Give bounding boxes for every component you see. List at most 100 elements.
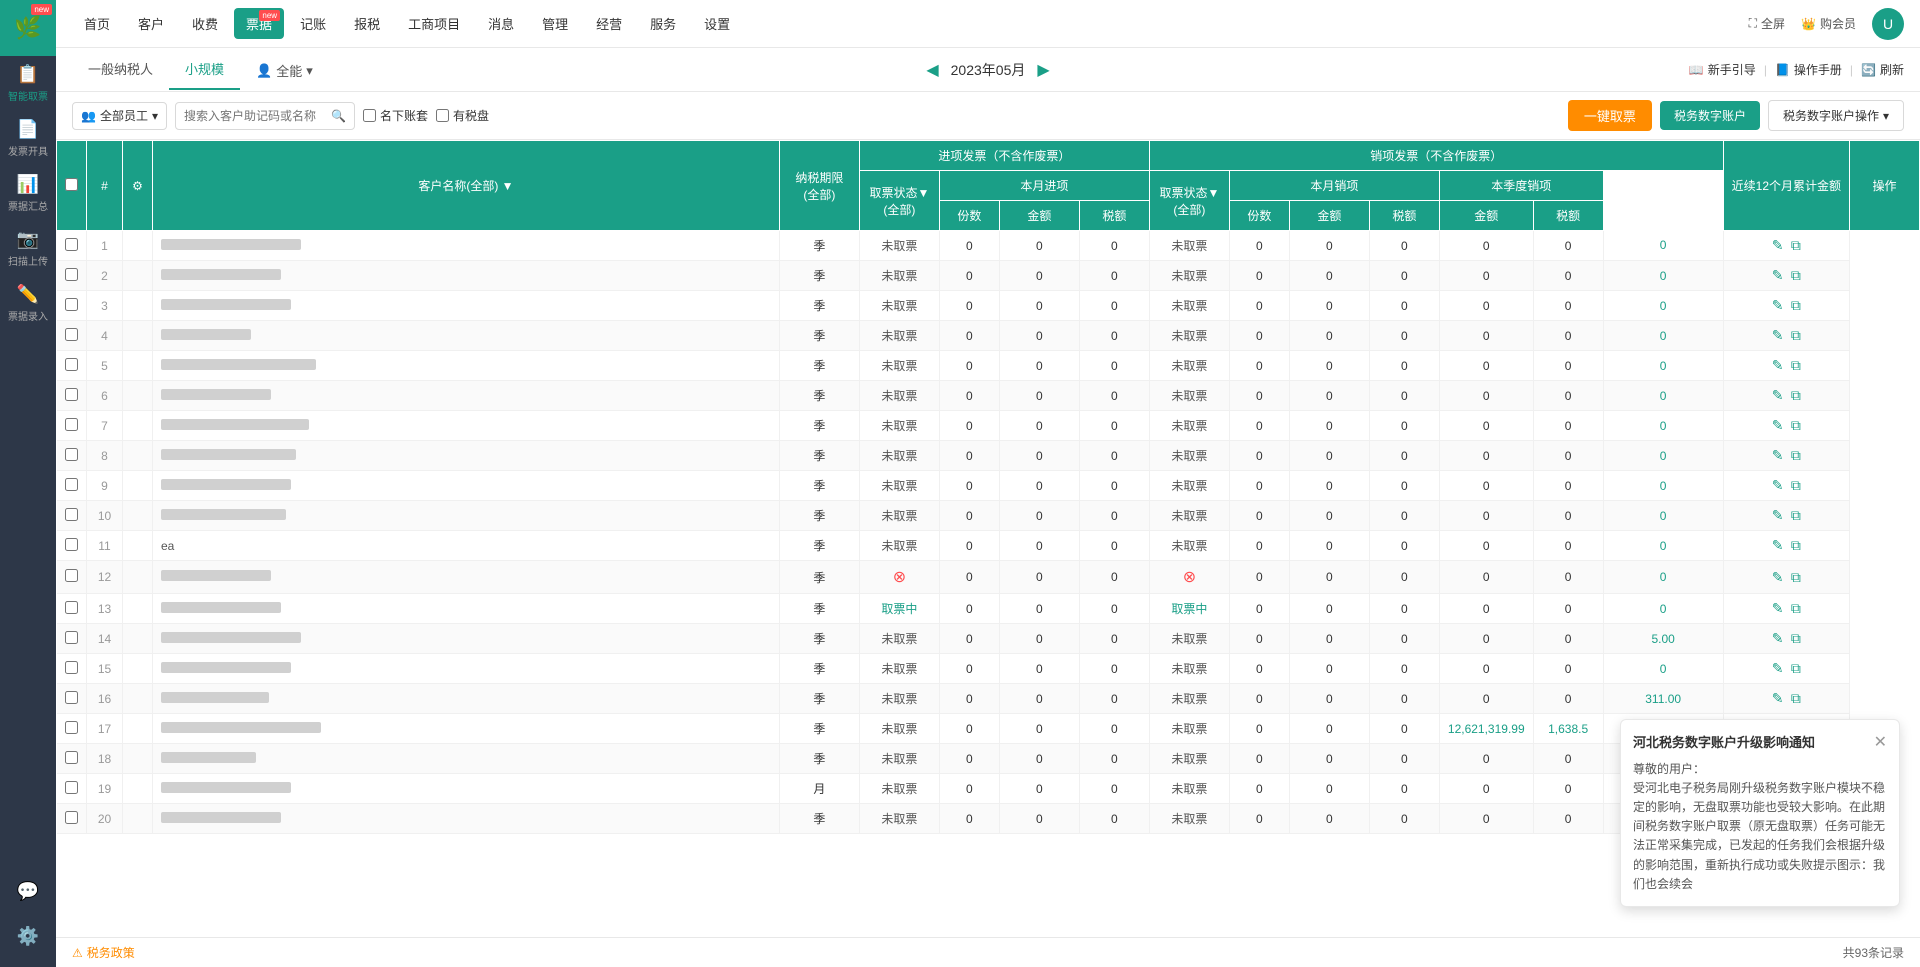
edit-icon[interactable]: ✎ (1772, 357, 1784, 373)
copy-icon[interactable]: ⧉ (1791, 267, 1801, 283)
th-in-status[interactable]: 取票状态▼(全部) (859, 171, 939, 231)
nav-item-管理[interactable]: 管理 (530, 8, 580, 39)
copy-icon[interactable]: ⧉ (1791, 297, 1801, 313)
row-checkbox[interactable] (65, 328, 78, 341)
row-checkbox-cell[interactable] (57, 714, 87, 744)
row-checkbox-cell[interactable] (57, 291, 87, 321)
row-checkbox[interactable] (65, 781, 78, 794)
copy-icon[interactable]: ⧉ (1791, 357, 1801, 373)
copy-icon[interactable]: ⧉ (1791, 507, 1801, 523)
row-checkbox[interactable] (65, 448, 78, 461)
copy-icon[interactable]: ⧉ (1791, 237, 1801, 253)
edit-icon[interactable]: ✎ (1772, 237, 1784, 253)
row-checkbox[interactable] (65, 601, 78, 614)
edit-icon[interactable]: ✎ (1772, 507, 1784, 523)
tab-全能[interactable]: 👤 全能 ▾ (240, 51, 329, 90)
search-box[interactable]: 🔍 (175, 102, 355, 130)
nav-item-工商项目[interactable]: 工商项目 (396, 8, 472, 39)
manual-btn[interactable]: 📘 操作手册 (1775, 61, 1842, 78)
copy-icon[interactable]: ⧉ (1791, 447, 1801, 463)
row-checkbox[interactable] (65, 268, 78, 281)
edit-icon[interactable]: ✎ (1772, 417, 1784, 433)
refresh-btn[interactable]: 🔄 刷新 (1861, 61, 1904, 78)
row-checkbox-cell[interactable] (57, 654, 87, 684)
edit-icon[interactable]: ✎ (1772, 600, 1784, 616)
edit-icon[interactable]: ✎ (1772, 537, 1784, 553)
edit-icon[interactable]: ✎ (1772, 267, 1784, 283)
edit-icon[interactable]: ✎ (1772, 477, 1784, 493)
row-checkbox[interactable] (65, 418, 78, 431)
row-checkbox[interactable] (65, 538, 78, 551)
edit-icon[interactable]: ✎ (1772, 690, 1784, 706)
select-all-checkbox[interactable] (65, 178, 78, 191)
row-checkbox[interactable] (65, 298, 78, 311)
edit-icon[interactable]: ✎ (1772, 447, 1784, 463)
row-checkbox-cell[interactable] (57, 804, 87, 834)
sidebar-item-票据录入[interactable]: ✏️ 票据录入 (0, 276, 56, 331)
sidebar-item-票据汇总[interactable]: 📊 票据汇总 (0, 166, 56, 221)
th-name[interactable]: 客户名称(全部) ▼ (153, 141, 780, 231)
prev-month-btn[interactable]: ◀ (926, 60, 938, 80)
fullscreen-btn[interactable]: ⛶ 全屏 (1749, 15, 1785, 32)
sidebar-item-settings[interactable]: ⚙️ (0, 918, 56, 955)
notification-close-btn[interactable]: ✕ (1874, 732, 1887, 752)
nav-item-服务[interactable]: 服务 (638, 8, 688, 39)
row-checkbox[interactable] (65, 721, 78, 734)
row-checkbox-cell[interactable] (57, 411, 87, 441)
row-checkbox[interactable] (65, 388, 78, 401)
copy-icon[interactable]: ⧉ (1791, 327, 1801, 343)
row-checkbox-cell[interactable] (57, 744, 87, 774)
copy-icon[interactable]: ⧉ (1791, 537, 1801, 553)
row-checkbox[interactable] (65, 631, 78, 644)
sidebar-item-message[interactable]: 💬 (0, 873, 56, 910)
row-checkbox[interactable] (65, 569, 78, 582)
row-checkbox[interactable] (65, 478, 78, 491)
copy-icon[interactable]: ⧉ (1791, 569, 1801, 585)
copy-icon[interactable]: ⧉ (1791, 477, 1801, 493)
digital-account-btn[interactable]: 税务数字账户 (1660, 101, 1760, 130)
row-checkbox[interactable] (65, 691, 78, 704)
row-checkbox-cell[interactable] (57, 594, 87, 624)
nav-item-消息[interactable]: 消息 (476, 8, 526, 39)
next-month-btn[interactable]: ▶ (1037, 60, 1049, 80)
copy-icon[interactable]: ⧉ (1791, 417, 1801, 433)
search-input[interactable] (184, 109, 327, 123)
row-checkbox-cell[interactable] (57, 531, 87, 561)
avatar[interactable]: U (1872, 8, 1904, 40)
nav-item-首页[interactable]: 首页 (72, 8, 122, 39)
copy-icon[interactable]: ⧉ (1791, 630, 1801, 646)
nav-item-收费[interactable]: 收费 (180, 8, 230, 39)
tab-小规模[interactable]: 小规模 (169, 49, 240, 90)
accounts-checkbox[interactable] (363, 109, 376, 122)
digital-account-ops-btn[interactable]: 税务数字账户操作 ▾ (1768, 100, 1904, 131)
tax-policy-link[interactable]: ⚠ 税务政策 (72, 944, 135, 961)
onekey-btn[interactable]: 一键取票 (1568, 100, 1652, 131)
edit-icon[interactable]: ✎ (1772, 660, 1784, 676)
copy-icon[interactable]: ⧉ (1791, 660, 1801, 676)
employee-select[interactable]: 👥 全部员工 ▾ (72, 102, 167, 130)
taxdisk-checkbox[interactable] (436, 109, 449, 122)
row-checkbox-cell[interactable] (57, 351, 87, 381)
row-checkbox-cell[interactable] (57, 441, 87, 471)
row-checkbox-cell[interactable] (57, 774, 87, 804)
guide-btn[interactable]: 📖 新手引导 (1689, 61, 1756, 78)
th-out-status[interactable]: 取票状态▼(全部) (1149, 171, 1229, 231)
nav-item-报税[interactable]: 报税 (342, 8, 392, 39)
row-checkbox-cell[interactable] (57, 624, 87, 654)
row-checkbox-cell[interactable] (57, 231, 87, 261)
copy-icon[interactable]: ⧉ (1791, 387, 1801, 403)
copy-icon[interactable]: ⧉ (1791, 690, 1801, 706)
edit-icon[interactable]: ✎ (1772, 297, 1784, 313)
sidebar-item-智能取票[interactable]: 📋 智能取票 (0, 56, 56, 111)
row-checkbox[interactable] (65, 661, 78, 674)
check-accounts[interactable]: 名下账套 (363, 107, 428, 124)
vip-btn[interactable]: 👑 购会员 (1801, 15, 1856, 32)
row-checkbox[interactable] (65, 238, 78, 251)
row-checkbox-cell[interactable] (57, 684, 87, 714)
row-checkbox-cell[interactable] (57, 561, 87, 594)
row-checkbox[interactable] (65, 751, 78, 764)
row-checkbox[interactable] (65, 811, 78, 824)
row-checkbox-cell[interactable] (57, 261, 87, 291)
row-checkbox-cell[interactable] (57, 321, 87, 351)
nav-item-客户[interactable]: 客户 (126, 8, 176, 39)
